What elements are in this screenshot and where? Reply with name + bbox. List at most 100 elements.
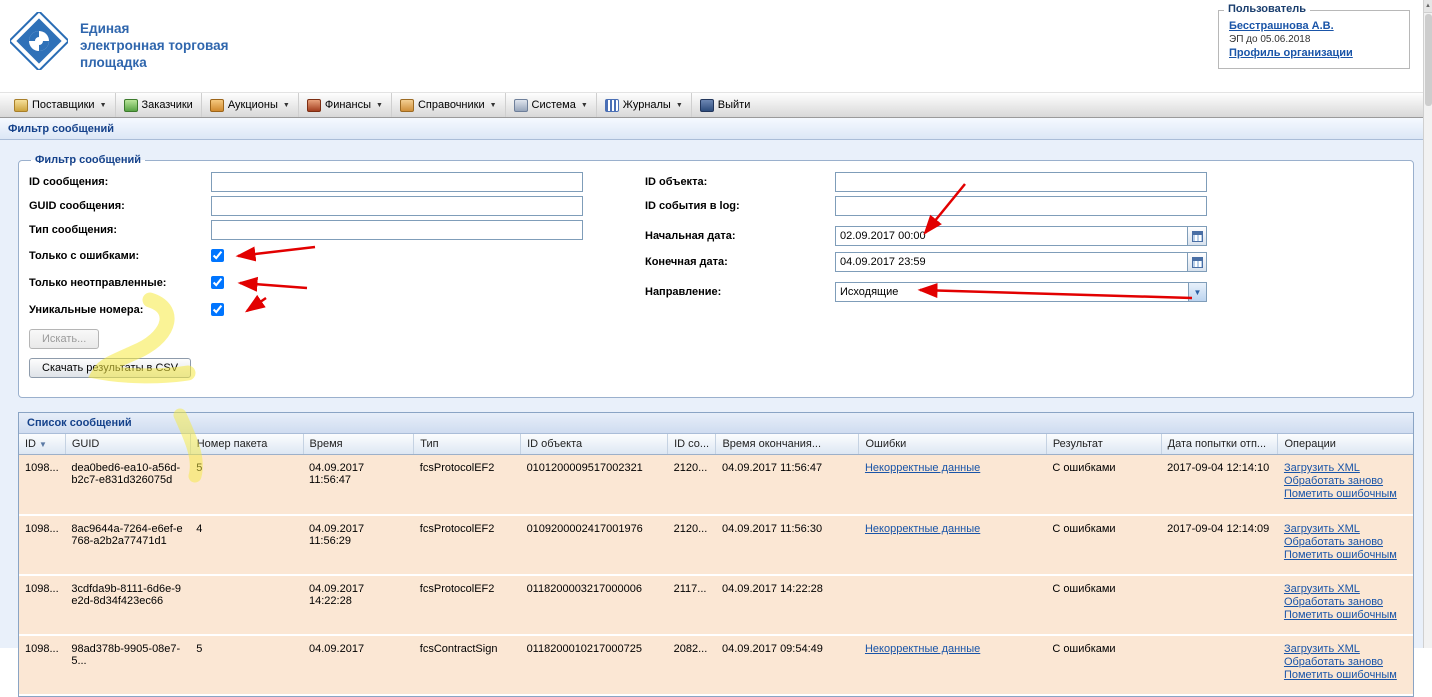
op-load-xml-link[interactable]: Загрузить XML	[1284, 643, 1407, 655]
col-errors[interactable]: Ошибки	[858, 434, 1047, 455]
col-operations[interactable]: Операции	[1277, 434, 1413, 455]
menu-label: Справочники	[417, 99, 485, 111]
suppliers-icon	[14, 98, 28, 112]
cell-packet: 5	[190, 454, 304, 516]
cell-type: fcsProtocolEF2	[413, 514, 521, 576]
only-errors-checkbox[interactable]	[211, 249, 224, 262]
col-packet[interactable]: Номер пакета	[190, 434, 304, 455]
message-guid-label: GUID сообщения:	[29, 200, 125, 212]
filter-right-column: ID объекта: ID события в log: Начальная …	[645, 170, 1207, 378]
cell-type: fcsContractSign	[413, 634, 521, 696]
chevron-down-icon: ▼	[675, 101, 683, 109]
cell-id-so: 2117...	[667, 574, 716, 636]
error-details-link[interactable]: Некорректные данные	[865, 462, 980, 474]
direction-select[interactable]: Исходящие ▼	[835, 282, 1207, 302]
user-panel-title: Пользователь	[1224, 3, 1311, 15]
op-mark-error-link[interactable]: Пометить ошибочным	[1284, 669, 1407, 681]
op-mark-error-link[interactable]: Пометить ошибочным	[1284, 609, 1407, 621]
error-details-link[interactable]: Некорректные данные	[865, 523, 980, 535]
cell-result: С ошибками	[1046, 514, 1162, 576]
exit-icon	[699, 98, 714, 112]
message-guid-input[interactable]	[211, 196, 583, 216]
only-unsent-label: Только неотправленные:	[29, 276, 167, 289]
chevron-down-icon: ▼	[99, 101, 107, 109]
menu-item-journals[interactable]: Журналы ▼	[597, 93, 692, 117]
directories-icon	[399, 98, 414, 112]
menu-item-exit[interactable]: Выйти	[692, 93, 759, 117]
cell-end-time: 04.09.2017 14:22:28	[715, 574, 859, 636]
table-header-row: ID ▼ GUID Номер пакета Время Тип ID объек…	[19, 434, 1413, 455]
user-panel: Пользователь Бесстрашнова А.В. ЭП до 05.…	[1218, 3, 1410, 69]
search-button[interactable]: Искать...	[29, 329, 100, 349]
chevron-down-icon: ▼	[282, 101, 290, 109]
op-load-xml-link[interactable]: Загрузить XML	[1284, 462, 1407, 474]
scroll-up-arrow-icon[interactable]: ▲	[1424, 0, 1432, 13]
menu-label: Журналы	[622, 99, 671, 111]
menu-label: Заказчики	[141, 99, 193, 111]
cell-errors: Некорректные данные	[858, 634, 1047, 696]
unique-numbers-checkbox[interactable]	[211, 303, 224, 316]
grid-title: Список сообщений	[19, 413, 1413, 434]
op-load-xml-link[interactable]: Загрузить XML	[1284, 583, 1407, 595]
cell-time: 04.09.2017	[303, 634, 414, 696]
log-event-id-input[interactable]	[835, 196, 1207, 216]
calendar-icon	[1191, 256, 1203, 268]
end-date-input[interactable]	[835, 252, 1188, 272]
menu-item-customers[interactable]: Заказчики	[116, 93, 202, 117]
col-id-so[interactable]: ID со...	[667, 434, 717, 455]
col-object-id[interactable]: ID объекта	[520, 434, 669, 455]
end-date-label: Конечная дата:	[645, 256, 728, 268]
cell-guid: 3cdfda9b-8111-6d6e-9e2d-8d34f423ec66	[65, 574, 191, 636]
end-date-calendar-button[interactable]	[1188, 252, 1207, 272]
col-id[interactable]: ID ▼	[19, 434, 66, 455]
cell-operations: Загрузить XML Обработать заново Пометить…	[1277, 574, 1413, 636]
start-date-calendar-button[interactable]	[1188, 226, 1207, 246]
op-reprocess-link[interactable]: Обработать заново	[1284, 656, 1407, 668]
op-mark-error-link[interactable]: Пометить ошибочным	[1284, 549, 1407, 561]
col-attempt-date[interactable]: Дата попытки отп...	[1161, 434, 1279, 455]
menu-item-system[interactable]: Система ▼	[506, 93, 597, 117]
menu-item-directories[interactable]: Справочники ▼	[392, 93, 506, 117]
col-type[interactable]: Тип	[413, 434, 522, 455]
object-id-input[interactable]	[835, 172, 1207, 192]
menu-label: Выйти	[717, 99, 751, 111]
menu-item-finance[interactable]: Финансы ▼	[299, 93, 392, 117]
col-guid[interactable]: GUID	[65, 434, 191, 455]
start-date-input[interactable]	[835, 226, 1188, 246]
menu-item-suppliers[interactable]: Поставщики ▼	[6, 93, 116, 117]
only-unsent-checkbox[interactable]	[211, 276, 224, 289]
menu-item-auctions[interactable]: Аукционы ▼	[202, 93, 299, 117]
op-reprocess-link[interactable]: Обработать заново	[1284, 475, 1407, 487]
message-type-input[interactable]	[211, 220, 583, 240]
col-result[interactable]: Результат	[1046, 434, 1162, 455]
op-reprocess-link[interactable]: Обработать заново	[1284, 596, 1407, 608]
message-id-input[interactable]	[211, 172, 583, 192]
finance-icon	[306, 98, 321, 112]
org-profile-link[interactable]: Профиль организации	[1229, 47, 1399, 59]
user-name-link[interactable]: Бесстрашнова А.В.	[1229, 20, 1399, 32]
cell-result: С ошибками	[1046, 634, 1162, 696]
cell-object-id: 0118200003217000006	[520, 574, 668, 636]
cell-attempt-date	[1161, 634, 1278, 696]
op-reprocess-link[interactable]: Обработать заново	[1284, 536, 1407, 548]
cell-errors	[858, 574, 1047, 636]
start-date-label: Начальная дата:	[645, 230, 736, 242]
user-cert-info: ЭП до 05.06.2018	[1229, 34, 1311, 45]
cell-id: 1098...	[19, 634, 66, 696]
scrollbar-thumb[interactable]	[1425, 14, 1432, 106]
cell-errors: Некорректные данные	[858, 454, 1047, 516]
cell-time: 04.09.2017 14:22:28	[303, 574, 414, 636]
col-time[interactable]: Время	[303, 434, 415, 455]
messages-table: ID ▼ GUID Номер пакета Время Тип ID объек…	[19, 434, 1413, 696]
col-end-time[interactable]: Время окончания...	[715, 434, 860, 455]
customers-icon	[123, 98, 138, 112]
cell-object-id: 0118200010217000725	[520, 634, 668, 696]
download-csv-button[interactable]: Скачать результаты в CSV	[29, 358, 192, 378]
header: Единая электронная торговая площадка Пол…	[0, 0, 1432, 92]
error-details-link[interactable]: Некорректные данные	[865, 643, 980, 655]
cell-object-id: 0109200002417001976	[520, 514, 668, 576]
op-load-xml-link[interactable]: Загрузить XML	[1284, 523, 1407, 535]
direction-selected-value: Исходящие	[840, 286, 899, 298]
vertical-scrollbar[interactable]: ▲	[1423, 0, 1432, 648]
op-mark-error-link[interactable]: Пометить ошибочным	[1284, 488, 1407, 500]
